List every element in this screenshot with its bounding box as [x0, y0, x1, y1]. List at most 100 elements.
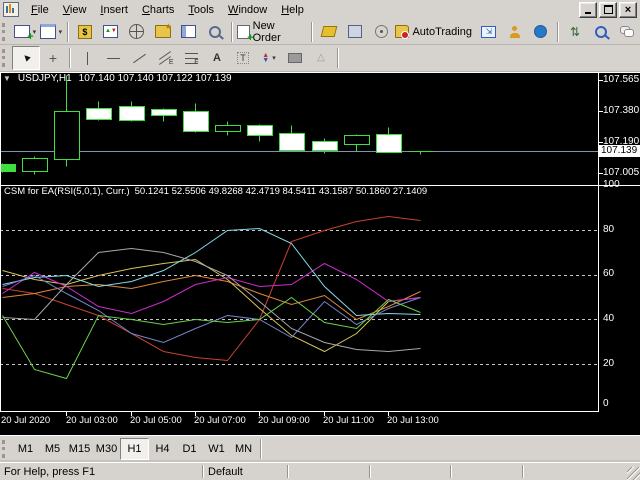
menu-charts[interactable]: Charts	[135, 2, 181, 18]
menu-help[interactable]: Help	[274, 2, 311, 18]
toolbar-separator	[337, 48, 339, 68]
user-icon	[509, 25, 521, 38]
line-studies-toolbar: ◄ + E F A T ▲ ▼ ▾ △	[0, 45, 640, 72]
crosshair-icon: +	[48, 50, 58, 66]
terminal-button[interactable]	[176, 21, 202, 43]
new-order-label: New Order	[252, 19, 281, 44]
document-icon	[348, 25, 363, 38]
new-chart-icon: +	[13, 25, 34, 43]
mql5-button[interactable]	[528, 21, 554, 43]
label-tool-button[interactable]: T	[230, 47, 256, 69]
timeframe-m15[interactable]: M15	[66, 439, 93, 459]
rectangle-tool-button[interactable]	[282, 47, 308, 69]
status-bar: For Help, press F1 Default	[0, 462, 640, 480]
timeframe-mn[interactable]: MN	[230, 439, 257, 459]
status-cell	[452, 463, 522, 480]
cursor-tool-button[interactable]: ◄	[12, 46, 40, 70]
chat-button[interactable]	[614, 21, 640, 43]
channel-button[interactable]: E	[152, 47, 178, 69]
metaeditor-button[interactable]	[316, 21, 342, 43]
indicator-scale-label: 0	[603, 398, 609, 409]
timeframe-m30[interactable]: M30	[93, 439, 120, 459]
close-icon: ×	[624, 3, 632, 16]
fullscreen-button[interactable]: ⇲	[476, 21, 502, 43]
child-minimize-button[interactable]	[579, 1, 597, 18]
market-watch-button[interactable]: $	[72, 21, 98, 43]
timeframe-toolbar: M1 M5 M15 M30 H1 H4 D1 W1 MN	[0, 435, 640, 463]
toolbar-grip[interactable]	[2, 49, 8, 67]
new-order-button[interactable]: + New Order	[236, 19, 308, 44]
chart-symbol-period: USDJPY,H1	[17, 73, 72, 84]
menu-window[interactable]: Window	[221, 2, 274, 18]
timeframe-w1[interactable]: W1	[203, 439, 230, 459]
community-button[interactable]	[502, 21, 528, 43]
data-window-button[interactable]: ▲▼	[98, 21, 124, 43]
chart-shift-button[interactable]: ⇅	[562, 21, 588, 43]
triangle-icon: △	[317, 52, 325, 63]
chart-area[interactable]: ▼ USDJPY,H1 107.140 107.140 107.122 107.…	[0, 72, 640, 435]
menu-tools[interactable]: Tools	[181, 2, 221, 18]
status-cell	[289, 463, 369, 480]
trendline-button[interactable]	[126, 47, 152, 69]
signals-button[interactable]	[368, 21, 394, 43]
symbol-marker-icon: ▼	[3, 74, 11, 83]
timeframe-d1[interactable]: D1	[176, 439, 203, 459]
strategy-tester-button[interactable]	[202, 21, 228, 43]
menu-insert[interactable]: Insert	[93, 2, 135, 18]
time-axis-label: 20 Jul 05:00	[130, 415, 182, 426]
text-tool-button[interactable]: A	[204, 47, 230, 69]
indicator-scale-label: 40	[603, 313, 615, 324]
arrows-tool-button[interactable]: ▲ ▼ ▾	[256, 47, 282, 69]
status-profile[interactable]: Default	[204, 463, 287, 480]
fibonacci-button[interactable]: F	[178, 47, 204, 69]
status-help-text: For Help, press F1	[4, 465, 96, 478]
price-tick-label: 107.380	[603, 105, 640, 116]
toolbar-separator	[230, 21, 233, 42]
horizontal-line-button[interactable]	[100, 47, 126, 69]
resize-grip[interactable]	[627, 467, 640, 480]
status-cell	[524, 463, 591, 480]
chevron-down-icon: ▾	[272, 55, 276, 62]
text-icon: A	[213, 52, 221, 64]
autotrading-button[interactable]: AutoTrading	[394, 21, 476, 43]
data-window-icon: ▲▼	[103, 25, 119, 38]
profiles-button[interactable]: ▾	[38, 21, 64, 43]
indicator-values: 50.1241 52.5506 49.8268 42.4719 84.5411 …	[134, 186, 428, 197]
menu-view[interactable]: View	[56, 2, 94, 18]
vertical-line-button[interactable]	[74, 47, 100, 69]
new-chart-button[interactable]: + ▾	[12, 21, 38, 43]
time-axis-label: 20 Jul 07:00	[194, 415, 246, 426]
signal-icon	[374, 25, 388, 38]
crosshair-tool-button[interactable]: +	[40, 47, 66, 69]
channel-icon: E	[158, 51, 174, 66]
timeframe-h4[interactable]: H4	[149, 439, 176, 459]
chevron-down-icon: ▾	[58, 28, 63, 36]
mql-page-button[interactable]	[342, 21, 368, 43]
timeframe-m5[interactable]: M5	[39, 439, 66, 459]
toolbar-grip[interactable]	[2, 440, 8, 458]
menu-file[interactable]: File	[24, 2, 56, 18]
navigator-button[interactable]	[124, 21, 150, 43]
toolbar-separator	[311, 21, 314, 42]
fibonacci-icon: F	[184, 52, 199, 66]
child-restore-button[interactable]	[599, 1, 617, 18]
text-label-icon: T	[237, 52, 249, 64]
triangle-tool-button[interactable]: △	[308, 47, 334, 69]
timeframe-h1[interactable]: H1	[120, 438, 149, 460]
price-tick-label: 107.565	[603, 74, 640, 85]
toolbar-grip[interactable]	[2, 22, 8, 41]
tester-magnifier-icon	[208, 25, 221, 38]
zoom-button[interactable]	[588, 21, 614, 43]
indicator-scale-label: 60	[603, 268, 615, 279]
child-close-button[interactable]: ×	[619, 1, 637, 18]
favorites-button[interactable]: ★	[150, 21, 176, 43]
status-cell	[371, 463, 450, 480]
toolbar-separator	[556, 21, 559, 42]
restore-icon	[603, 5, 613, 14]
market-watch-icon: $	[77, 24, 92, 39]
indicator-title: CSM for EA(RSI(5,0,1), Curr.) 50.1241 52…	[4, 186, 427, 198]
trendline-icon	[132, 53, 146, 63]
chart-title: ▼ USDJPY,H1 107.140 107.140 107.122 107.…	[3, 73, 232, 85]
chart-svg	[0, 72, 640, 416]
timeframe-m1[interactable]: M1	[12, 439, 39, 459]
